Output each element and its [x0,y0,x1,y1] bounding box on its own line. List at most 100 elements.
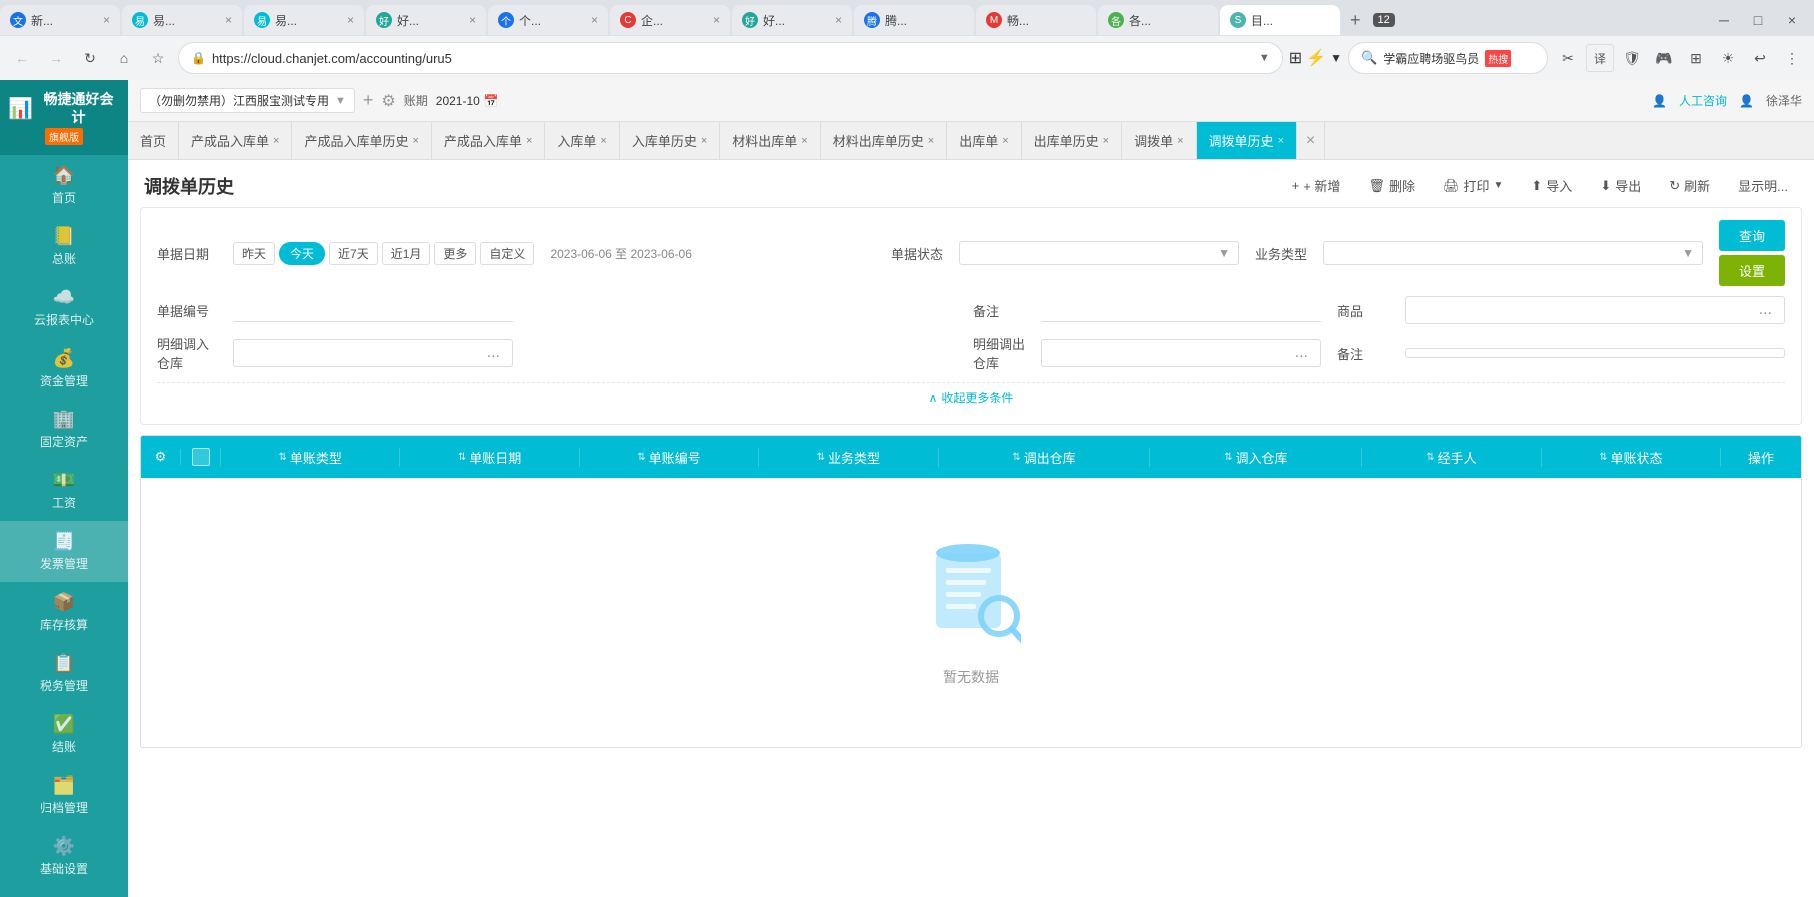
close-all-tabs-button[interactable]: × [1306,132,1315,150]
tab-9-close[interactable]: × [1103,135,1109,147]
delete-button[interactable]: 🗑 删除 [1358,172,1425,199]
status-dropdown[interactable]: ▼ [959,241,1239,265]
select-all-checkbox[interactable] [192,448,210,466]
remark-input[interactable] [1041,298,1321,322]
user-service-link[interactable]: 人工咨询 [1679,92,1727,109]
browser-search-bar[interactable]: 🔍 学霸应聘场驱鸟员 热搜 [1348,42,1548,74]
docnum-input[interactable] [233,298,513,322]
tab-close-2[interactable]: × [225,13,232,27]
tab-close-4[interactable]: × [469,13,476,27]
translate-icon[interactable]: 译 [1586,44,1614,72]
sidebar-item-salary[interactable]: 💵 工资 [0,460,128,521]
date-today-btn[interactable]: 今天 [279,242,325,265]
forward-button[interactable]: → [42,44,70,72]
browser-tab-11[interactable]: S 目... [1220,5,1340,35]
browser-tab-6[interactable]: C 企... × [610,5,730,35]
undo-icon[interactable]: ↩ [1746,44,1774,72]
tab-4-close[interactable]: × [600,135,606,147]
new-tab-button[interactable]: + [1342,10,1369,31]
grid-icon[interactable]: ⊞ [1289,48,1302,68]
dropdown-icon[interactable]: ▼ [1330,51,1342,65]
browser-tab-3[interactable]: 易 易... × [244,5,364,35]
add-company-btn[interactable]: + [363,90,374,111]
tab-11-close[interactable]: × [1278,135,1284,147]
content-tab-10[interactable]: 调拨单 × [1122,122,1196,160]
browser-tab-2[interactable]: 易 易... × [122,5,242,35]
biz-dropdown[interactable]: ▼ [1323,241,1703,265]
th-in[interactable]: ⇅ 调入仓库 [1150,448,1362,467]
menu-icon[interactable]: ⋮ [1778,44,1806,72]
browser-tab-7[interactable]: 好 好... × [732,5,852,35]
content-tab-8[interactable]: 出库单 × [947,122,1021,160]
content-tab-9[interactable]: 出库单历史 × [1022,122,1122,160]
sidebar-item-report[interactable]: ☁️ 云报表中心 [0,277,128,338]
content-tab-1[interactable]: 产成品入库单 × [179,122,292,160]
browser-tab-8[interactable]: 腾 腾... [854,5,974,35]
tab-2-close[interactable]: × [412,135,418,147]
remark2-dropdown[interactable] [1405,348,1785,358]
sidebar-item-fund[interactable]: 💰 资金管理 [0,338,128,399]
sidebar-item-archive[interactable]: 🗂️ 归档管理 [0,765,128,826]
browser-tab-4[interactable]: 好 好... × [366,5,486,35]
content-tab-11[interactable]: 调拨单历史 × [1197,122,1297,160]
date-1month-btn[interactable]: 近1月 [382,242,431,265]
tab-6-close[interactable]: × [801,135,807,147]
tab-close-5[interactable]: × [591,13,598,27]
address-bar[interactable]: 🔒 https://cloud.chanjet.com/accounting/u… [178,42,1283,74]
minimize-button[interactable]: ─ [1710,6,1738,34]
new-button[interactable]: + + 新增 [1282,172,1351,199]
sidebar-item-closing[interactable]: ✅ 结账 [0,704,128,765]
th-type[interactable]: ⇅ 单账类型 [221,448,400,467]
lightning-icon[interactable]: ⚡ [1306,48,1326,68]
sidebar-item-home[interactable]: 🏠 首页 [0,155,128,216]
query-button[interactable]: 查询 [1719,220,1785,251]
th-biz[interactable]: ⇅ 业务类型 [759,448,938,467]
goods-dots[interactable]: ... [1755,301,1776,319]
date-more-btn[interactable]: 更多 [434,242,476,265]
tab-8-close[interactable]: × [1002,135,1008,147]
th-gear[interactable]: ⚙ [141,449,181,465]
browser-tab-10[interactable]: 各 各... [1098,5,1218,35]
refresh-button[interactable]: ↻ 刷新 [1659,172,1720,199]
sidebar-item-settings[interactable]: ⚙️ 基础设置 [0,826,128,887]
period-value[interactable]: 2021-10 📅 [436,94,499,108]
tab-7-close[interactable]: × [928,135,934,147]
collapse-bar[interactable]: ∧ 收起更多条件 [157,382,1785,412]
th-out[interactable]: ⇅ 调出仓库 [939,448,1151,467]
browser-tab-9[interactable]: M 畅... [976,5,1096,35]
goods-dropdown[interactable]: ... [1405,296,1785,324]
game-icon[interactable]: 🎮 [1650,44,1678,72]
scissors-icon[interactable]: ✂ [1554,44,1582,72]
content-tab-5[interactable]: 入库单历史 × [620,122,720,160]
th-date[interactable]: ⇅ 单账日期 [400,448,579,467]
back-button[interactable]: ← [8,44,36,72]
settings-gear-icon[interactable]: ⚙ [381,91,395,111]
content-tab-7[interactable]: 材料出库单历史 × [821,122,947,160]
tab-1-close[interactable]: × [273,135,279,147]
display-button[interactable]: 显示明... [1728,172,1798,199]
export-button[interactable]: ⬇ 导出 [1590,172,1651,199]
filter-settings-button[interactable]: 设置 [1719,255,1785,286]
browser-tab-5[interactable]: 个 个... × [488,5,608,35]
apps-icon[interactable]: ⊞ [1682,44,1710,72]
th-check[interactable] [181,448,221,466]
tab-5-close[interactable]: × [701,135,707,147]
content-tab-6[interactable]: 材料出库单 × [720,122,820,160]
sidebar-item-ledger[interactable]: 📒 总账 [0,216,128,277]
browser-tab-1[interactable]: 文 新... × [0,5,120,35]
date-7days-btn[interactable]: 近7天 [329,242,378,265]
th-person[interactable]: ⇅ 经手人 [1362,448,1541,467]
tab-close-6[interactable]: × [713,13,720,27]
th-num[interactable]: ⇅ 单账编号 [580,448,759,467]
print-button[interactable]: 🖨 打印 ▼ [1433,172,1513,199]
brightness-icon[interactable]: ☀ [1714,44,1742,72]
detail-in-dropdown[interactable]: ... [233,339,513,367]
company-selector[interactable]: （勿删勿禁用）江西服宝测试专用 ▼ [140,88,355,113]
tab-close-7[interactable]: × [835,13,842,27]
sidebar-item-guide[interactable]: 📌 新手引导 [0,887,128,897]
detail-out-dropdown[interactable]: ... [1041,339,1321,367]
home-button[interactable]: ⌂ [110,44,138,72]
tab-3-close[interactable]: × [526,135,532,147]
tab-10-close[interactable]: × [1177,135,1183,147]
import-button[interactable]: ⬆ 导入 [1521,172,1582,199]
